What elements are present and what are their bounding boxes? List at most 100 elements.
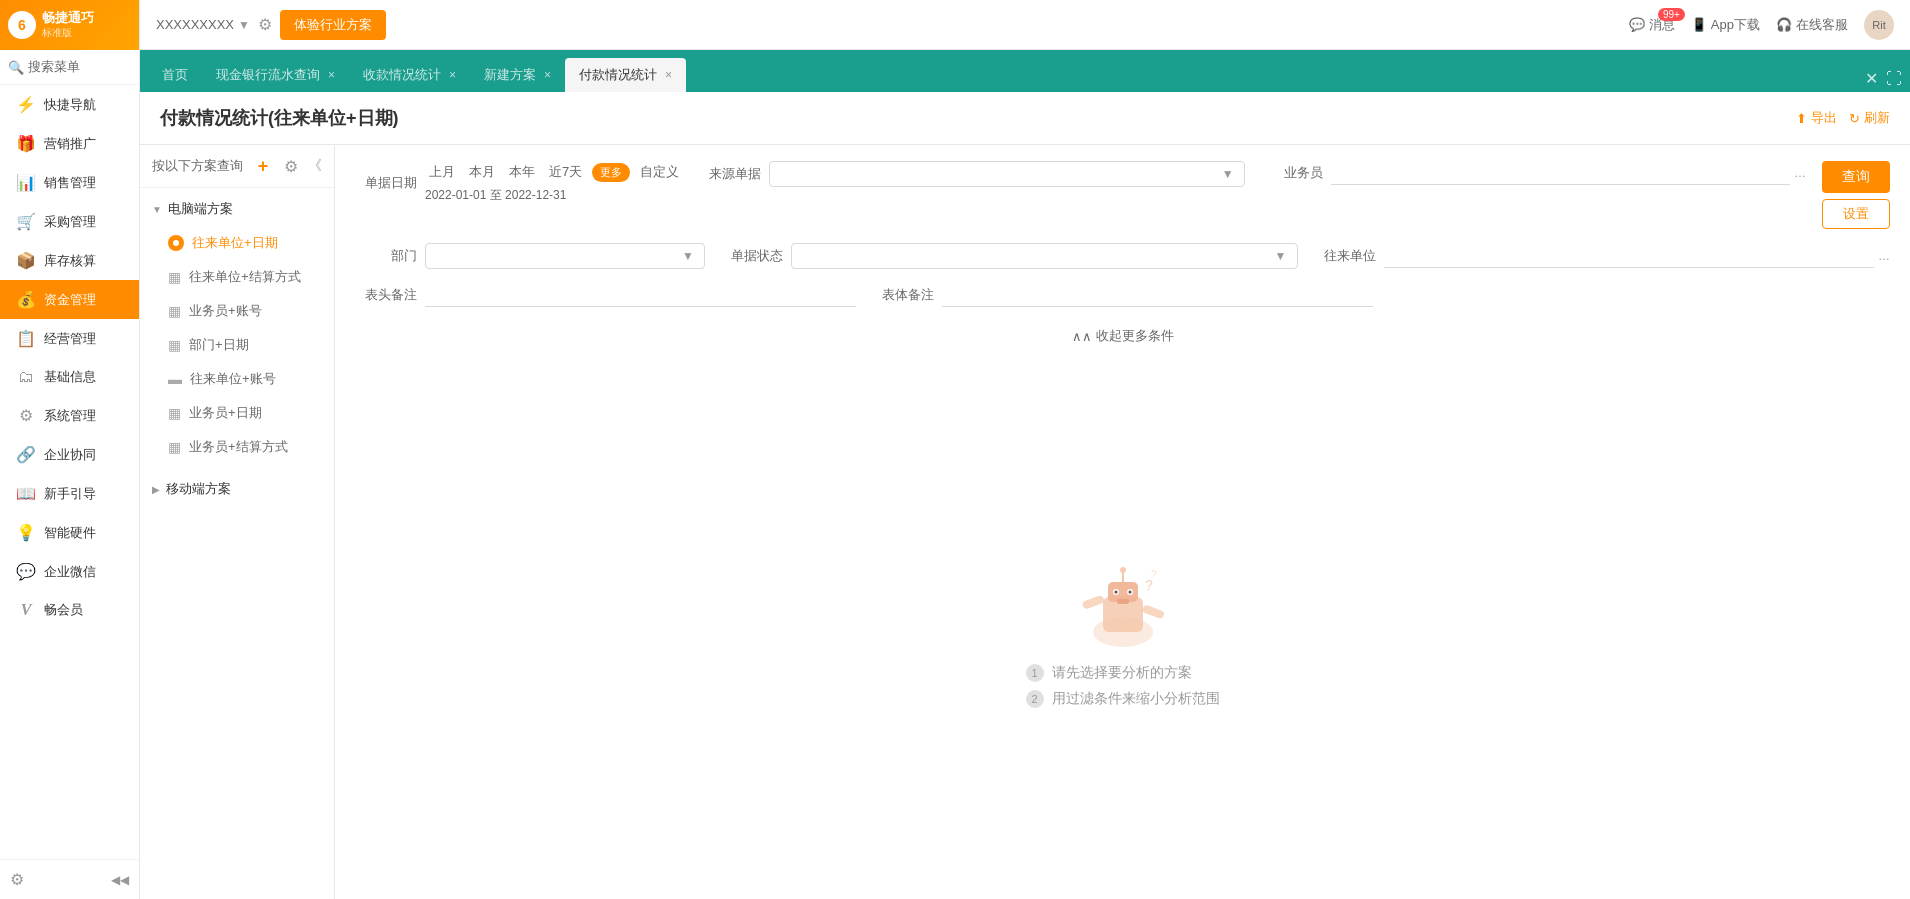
sidebar-search-label: 搜索菜单 — [28, 58, 80, 76]
settings-button[interactable]: 设置 — [1822, 199, 1890, 229]
clipboard-icon: 📋 — [16, 329, 36, 348]
main-layout: 按以下方案查询 + ⚙ 《 ▼ 电脑端方案 — [140, 145, 1910, 899]
company-selector[interactable]: XXXXXXXXX ▼ — [156, 17, 250, 32]
scheme-settings-button[interactable]: ⚙ — [280, 155, 302, 177]
scheme-item-unit-account[interactable]: ▬ 往来单位+账号 — [140, 362, 334, 396]
body-note-input[interactable] — [942, 283, 1373, 307]
doc-status-chevron-icon: ▼ — [1275, 249, 1287, 263]
tab-home-label: 首页 — [162, 66, 188, 84]
tab-payment-stats[interactable]: 付款情况统计 × — [565, 58, 686, 92]
header-note-input[interactable] — [425, 283, 856, 307]
sidebar-item-wechat[interactable]: 💬 企业微信 — [0, 552, 139, 591]
dept-chevron-icon: ▼ — [682, 249, 694, 263]
mobile-group-header[interactable]: ▶ 移动端方案 — [140, 472, 334, 506]
sidebar-item-finance[interactable]: 💰 资金管理 — [0, 280, 139, 319]
v-icon: V — [16, 601, 36, 619]
svg-point-11 — [1120, 567, 1126, 573]
sidebar-item-enterprise[interactable]: 🔗 企业协同 — [0, 435, 139, 474]
book-icon: 📖 — [16, 484, 36, 503]
tab-receipt-close-icon[interactable]: × — [449, 68, 456, 82]
scheme-item-dept-date[interactable]: ▦ 部门+日期 — [140, 328, 334, 362]
sidebar: 6 畅捷通巧 标准版 🔍 搜索菜单 ⚡ 快捷导航 🎁 营销推广 📊 销售管理 🛒… — [0, 0, 140, 899]
lightning-icon: ⚡ — [16, 95, 36, 114]
sidebar-logo-text-group: 畅捷通巧 标准版 — [42, 10, 94, 40]
refresh-button[interactable]: ↻ 刷新 — [1849, 109, 1890, 127]
table-icon: ▦ — [168, 269, 181, 285]
scheme-item-unit-date[interactable]: 往来单位+日期 — [140, 226, 334, 260]
desktop-scheme-group: ▼ 电脑端方案 往来单位+日期 ▦ 往来单位+结算方式 ▦ — [140, 188, 334, 468]
tab-new-scheme-close-icon[interactable]: × — [544, 68, 551, 82]
sidebar-item-sales[interactable]: 📊 销售管理 — [0, 163, 139, 202]
export-button[interactable]: ⬆ 导出 — [1796, 109, 1837, 127]
date-more-btn[interactable]: 更多 — [592, 163, 630, 182]
staff-more-icon[interactable]: … — [1794, 166, 1806, 180]
collapse-panel-button[interactable]: 《 — [308, 157, 322, 175]
date-filter-label: 单据日期 — [355, 174, 425, 192]
tab-receipt-stats[interactable]: 收款情况统计 × — [349, 58, 470, 92]
scheme-item-unit-settlement[interactable]: ▦ 往来单位+结算方式 — [140, 260, 334, 294]
staff-input[interactable] — [1331, 161, 1790, 185]
sidebar-item-base-info[interactable]: 🗂 基础信息 — [0, 358, 139, 396]
collapse-bar[interactable]: ∧∧ 收起更多条件 — [355, 317, 1890, 355]
sidebar-item-guide[interactable]: 📖 新手引导 — [0, 474, 139, 513]
sidebar-item-inventory[interactable]: 📦 库存核算 — [0, 241, 139, 280]
tab-home[interactable]: 首页 — [148, 58, 202, 92]
partner-input[interactable] — [1384, 244, 1875, 268]
sidebar-item-system[interactable]: ⚙ 系统管理 — [0, 396, 139, 435]
link-icon: 🔗 — [16, 445, 36, 464]
source-chevron-icon: ▼ — [1222, 167, 1234, 181]
header-note-label: 表头备注 — [355, 286, 425, 304]
query-button[interactable]: 查询 — [1822, 161, 1890, 193]
online-service-button[interactable]: 🎧 在线客服 — [1776, 16, 1848, 34]
sidebar-logo-icon: 6 — [8, 11, 36, 39]
sidebar-item-operations[interactable]: 📋 经营管理 — [0, 319, 139, 358]
folder-icon: 🗂 — [16, 368, 36, 386]
topbar-left: XXXXXXXXX ▼ ⚙ 体验行业方案 — [156, 10, 1617, 40]
money-icon: 💰 — [16, 290, 36, 309]
sidebar-item-quick-nav[interactable]: ⚡ 快捷导航 — [0, 85, 139, 124]
tab-new-scheme[interactable]: 新建方案 × — [470, 58, 565, 92]
sidebar-search[interactable]: 🔍 搜索菜单 — [0, 50, 139, 85]
sidebar-item-hardware[interactable]: 💡 智能硬件 — [0, 513, 139, 552]
app-download-button[interactable]: 📱 App下载 — [1691, 16, 1760, 34]
export-icon: ⬆ — [1796, 111, 1807, 126]
svg-text:?: ? — [1151, 569, 1157, 580]
scheme-item-label: 业务员+日期 — [189, 404, 262, 422]
date-7days-btn[interactable]: 近7天 — [545, 161, 586, 183]
left-panel-title: 按以下方案查询 — [152, 157, 243, 175]
source-select[interactable]: ▼ — [769, 161, 1244, 187]
scheme-item-staff-settlement[interactable]: ▦ 业务员+结算方式 — [140, 430, 334, 464]
date-this-year-btn[interactable]: 本年 — [505, 161, 539, 183]
close-all-tabs-button[interactable]: ✕ — [1865, 69, 1878, 88]
add-scheme-button[interactable]: + — [252, 155, 274, 177]
tab-bank-flow-close-icon[interactable]: × — [328, 68, 335, 82]
messages-button[interactable]: 💬 消息 99+ — [1629, 16, 1675, 34]
trial-button[interactable]: 体验行业方案 — [280, 10, 386, 40]
tab-bank-flow[interactable]: 现金银行流水查询 × — [202, 58, 349, 92]
scheme-item-staff-account[interactable]: ▦ 业务员+账号 — [140, 294, 334, 328]
scheme-item-staff-date[interactable]: ▦ 业务员+日期 — [140, 396, 334, 430]
date-this-month-btn[interactable]: 本月 — [465, 161, 499, 183]
topbar-settings-icon[interactable]: ⚙ — [258, 15, 272, 34]
desktop-group-header[interactable]: ▼ 电脑端方案 — [140, 192, 334, 226]
footer-settings-icon[interactable]: ⚙ — [10, 870, 24, 889]
sidebar-item-label: 智能硬件 — [44, 524, 96, 542]
tab-payment-close-icon[interactable]: × — [665, 68, 672, 82]
footer-collapse-icon[interactable]: ◀◀ — [111, 873, 129, 887]
sidebar-item-purchase[interactable]: 🛒 采购管理 — [0, 202, 139, 241]
expand-tabs-button[interactable]: ⛶ — [1886, 70, 1902, 88]
date-range-text: 2022-01-01 至 2022-12-31 — [425, 187, 566, 204]
dept-filter-label: 部门 — [355, 247, 425, 265]
sidebar-item-label: 营销推广 — [44, 135, 96, 153]
date-custom-btn[interactable]: 自定义 — [636, 161, 683, 183]
doc-status-select[interactable]: ▼ — [791, 243, 1298, 269]
sidebar-item-marketing[interactable]: 🎁 营销推广 — [0, 124, 139, 163]
dept-select[interactable]: ▼ — [425, 243, 705, 269]
date-last-month-btn[interactable]: 上月 — [425, 161, 459, 183]
tip-text-1: 请先选择要分析的方案 — [1052, 664, 1192, 682]
sidebar-item-member[interactable]: V 畅会员 — [0, 591, 139, 629]
avatar[interactable]: Rit — [1864, 10, 1894, 40]
date-range-display: 2022-01-01 至 2022-12-31 — [425, 187, 683, 204]
partner-more-icon[interactable]: … — [1878, 249, 1890, 263]
bulb-icon: 💡 — [16, 523, 36, 542]
